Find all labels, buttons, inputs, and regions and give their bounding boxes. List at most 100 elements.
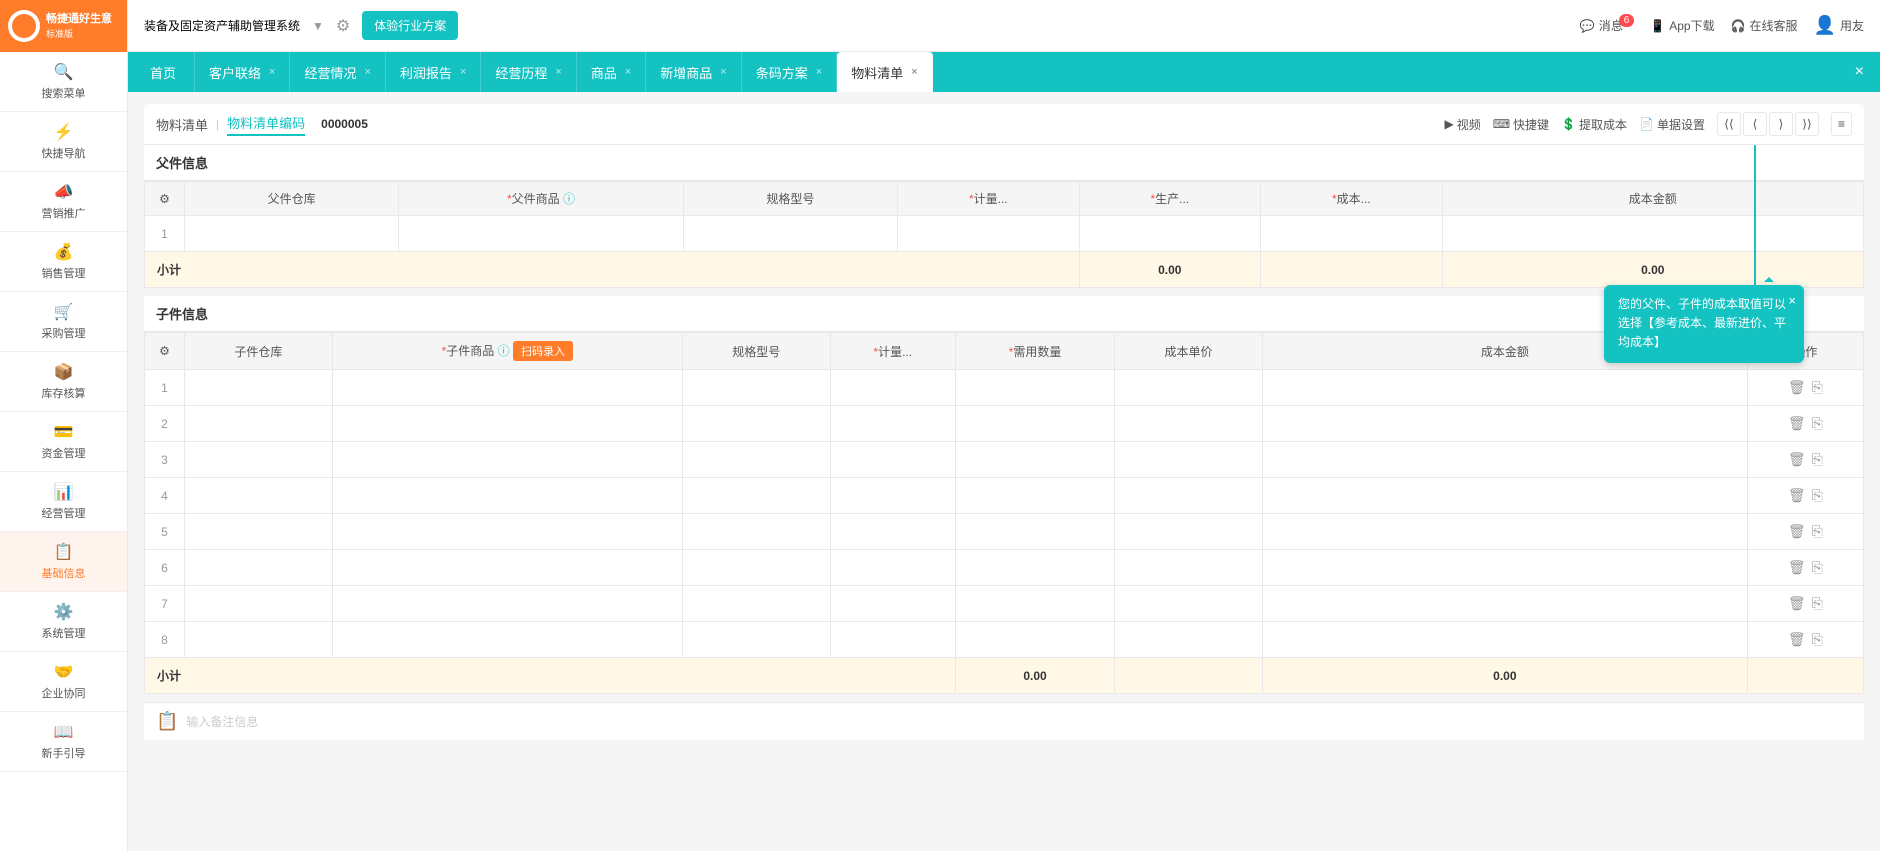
child-spec-6[interactable] <box>682 550 830 586</box>
child-unit-cost-1[interactable] <box>1115 370 1263 406</box>
prev-first-btn[interactable]: ⟨⟨ <box>1717 112 1741 136</box>
child-unit-4[interactable] <box>830 478 955 514</box>
sidebar-item-5[interactable]: 📦 库存核算 <box>0 352 127 412</box>
sidebar-item-9[interactable]: ⚙️ 系统管理 <box>0 592 127 652</box>
child-unit-3[interactable] <box>830 442 955 478</box>
sidebar-item-10[interactable]: 🤝 企业协同 <box>0 652 127 712</box>
child-unit-cost-3[interactable] <box>1115 442 1263 478</box>
child-unit-cost-5[interactable] <box>1115 514 1263 550</box>
child-warehouse-3[interactable] <box>185 442 333 478</box>
app-download-btn[interactable]: 📱 App下载 <box>1650 17 1714 34</box>
shortcut-btn[interactable]: ⌨ 快捷键 <box>1493 116 1549 133</box>
delete-icon-2[interactable]: 🗑 <box>1788 415 1806 432</box>
sidebar-item-8[interactable]: 📋 基础信息 <box>0 532 127 592</box>
child-spec-8[interactable] <box>682 622 830 658</box>
delete-icon-3[interactable]: 🗑 <box>1788 451 1806 468</box>
child-product-2[interactable] <box>332 406 682 442</box>
child-spec-4[interactable] <box>682 478 830 514</box>
child-quantity-6[interactable] <box>955 550 1114 586</box>
child-unit-1[interactable] <box>830 370 955 406</box>
nav-tab-close-4[interactable]: × <box>555 66 561 78</box>
child-unit-8[interactable] <box>830 622 955 658</box>
sidebar-item-4[interactable]: 🛒 采购管理 <box>0 292 127 352</box>
parent-production-cell[interactable] <box>1079 216 1261 252</box>
child-quantity-1[interactable] <box>955 370 1114 406</box>
parent-warehouse-cell[interactable] <box>185 216 399 252</box>
messages-btn[interactable]: 💬 消息 6 <box>1580 17 1635 34</box>
child-quantity-3[interactable] <box>955 442 1114 478</box>
copy-icon-7[interactable]: ⎘ <box>1812 595 1823 612</box>
view-btn[interactable]: ▶ 视频 <box>1444 116 1480 133</box>
sidebar-item-11[interactable]: 📖 新手引导 <box>0 712 127 772</box>
child-warehouse-7[interactable] <box>185 586 333 622</box>
delete-icon-8[interactable]: 🗑 <box>1788 631 1806 648</box>
nav-close-all-btn[interactable]: × <box>1847 63 1872 81</box>
nav-tab-3[interactable]: 利润报告× <box>386 52 481 92</box>
next-btn[interactable]: ⟩ <box>1769 112 1793 136</box>
copy-icon-3[interactable]: ⎘ <box>1812 451 1823 468</box>
child-quantity-5[interactable] <box>955 514 1114 550</box>
child-unit-cost-7[interactable] <box>1115 586 1263 622</box>
child-warehouse-2[interactable] <box>185 406 333 442</box>
child-product-3[interactable] <box>332 442 682 478</box>
trial-button[interactable]: 体验行业方案 <box>362 11 458 40</box>
child-unit-cost-4[interactable] <box>1115 478 1263 514</box>
delete-icon-7[interactable]: 🗑 <box>1788 595 1806 612</box>
copy-icon-2[interactable]: ⎘ <box>1812 415 1823 432</box>
nav-tab-6[interactable]: 新增商品× <box>646 52 741 92</box>
nav-tab-0[interactable]: 首页 <box>136 52 195 92</box>
next-last-btn[interactable]: ⟩⟩ <box>1795 112 1819 136</box>
child-unit-6[interactable] <box>830 550 955 586</box>
child-unit-cost-8[interactable] <box>1115 622 1263 658</box>
nav-tab-close-5[interactable]: × <box>625 66 631 78</box>
online-support-btn[interactable]: 🎧 在线客服 <box>1731 17 1798 34</box>
sidebar-item-1[interactable]: ⚡ 快捷导航 <box>0 112 127 172</box>
parent-unit-cell[interactable] <box>898 216 1080 252</box>
child-spec-3[interactable] <box>682 442 830 478</box>
child-unit-cost-6[interactable] <box>1115 550 1263 586</box>
nav-tab-close-1[interactable]: × <box>269 66 275 78</box>
delete-icon-1[interactable]: 🗑 <box>1788 379 1806 396</box>
child-quantity-4[interactable] <box>955 478 1114 514</box>
settings-icon[interactable]: ⚙ <box>336 16 350 36</box>
child-product-1[interactable] <box>332 370 682 406</box>
nav-tab-close-7[interactable]: × <box>816 66 822 78</box>
parent-cost-cell[interactable] <box>1261 216 1443 252</box>
child-unit-7[interactable] <box>830 586 955 622</box>
child-spec-5[interactable] <box>682 514 830 550</box>
user-btn[interactable]: 👤 用友 <box>1814 15 1864 36</box>
header-tab-code[interactable]: 物料清单编码 <box>227 113 305 136</box>
child-warehouse-1[interactable] <box>185 370 333 406</box>
sidebar-item-6[interactable]: 💳 资金管理 <box>0 412 127 472</box>
nav-tab-5[interactable]: 商品× <box>577 52 646 92</box>
system-dropdown-icon[interactable]: ▼ <box>312 19 324 33</box>
extract-cost-btn[interactable]: 💲 提取成本 <box>1561 116 1627 133</box>
nav-tab-close-2[interactable]: × <box>364 66 370 78</box>
grid-view-btn[interactable]: ≡ <box>1831 112 1852 136</box>
child-unit-2[interactable] <box>830 406 955 442</box>
child-warehouse-6[interactable] <box>185 550 333 586</box>
nav-tab-close-3[interactable]: × <box>460 66 466 78</box>
child-unit-cost-2[interactable] <box>1115 406 1263 442</box>
header-tab-bom[interactable]: 物料清单 <box>156 115 208 134</box>
nav-tab-1[interactable]: 客户联络× <box>195 52 290 92</box>
child-spec-1[interactable] <box>682 370 830 406</box>
nav-tab-8[interactable]: 物料清单× <box>837 52 932 92</box>
delete-icon-6[interactable]: 🗑 <box>1788 559 1806 576</box>
copy-icon-8[interactable]: ⎘ <box>1812 631 1823 648</box>
child-product-4[interactable] <box>332 478 682 514</box>
copy-icon-6[interactable]: ⎘ <box>1812 559 1823 576</box>
child-product-6[interactable] <box>332 550 682 586</box>
single-settings-btn[interactable]: 📄 单据设置 <box>1639 116 1705 133</box>
sidebar-item-7[interactable]: 📊 经营管理 <box>0 472 127 532</box>
child-product-8[interactable] <box>332 622 682 658</box>
child-warehouse-5[interactable] <box>185 514 333 550</box>
delete-icon-5[interactable]: 🗑 <box>1788 523 1806 540</box>
nav-tab-4[interactable]: 经营历程× <box>481 52 576 92</box>
nav-tab-2[interactable]: 经营情况× <box>290 52 385 92</box>
copy-icon-4[interactable]: ⎘ <box>1812 487 1823 504</box>
copy-icon-1[interactable]: ⎘ <box>1812 379 1823 396</box>
nav-tab-close-6[interactable]: × <box>720 66 726 78</box>
sidebar-item-3[interactable]: 💰 销售管理 <box>0 232 127 292</box>
child-spec-7[interactable] <box>682 586 830 622</box>
